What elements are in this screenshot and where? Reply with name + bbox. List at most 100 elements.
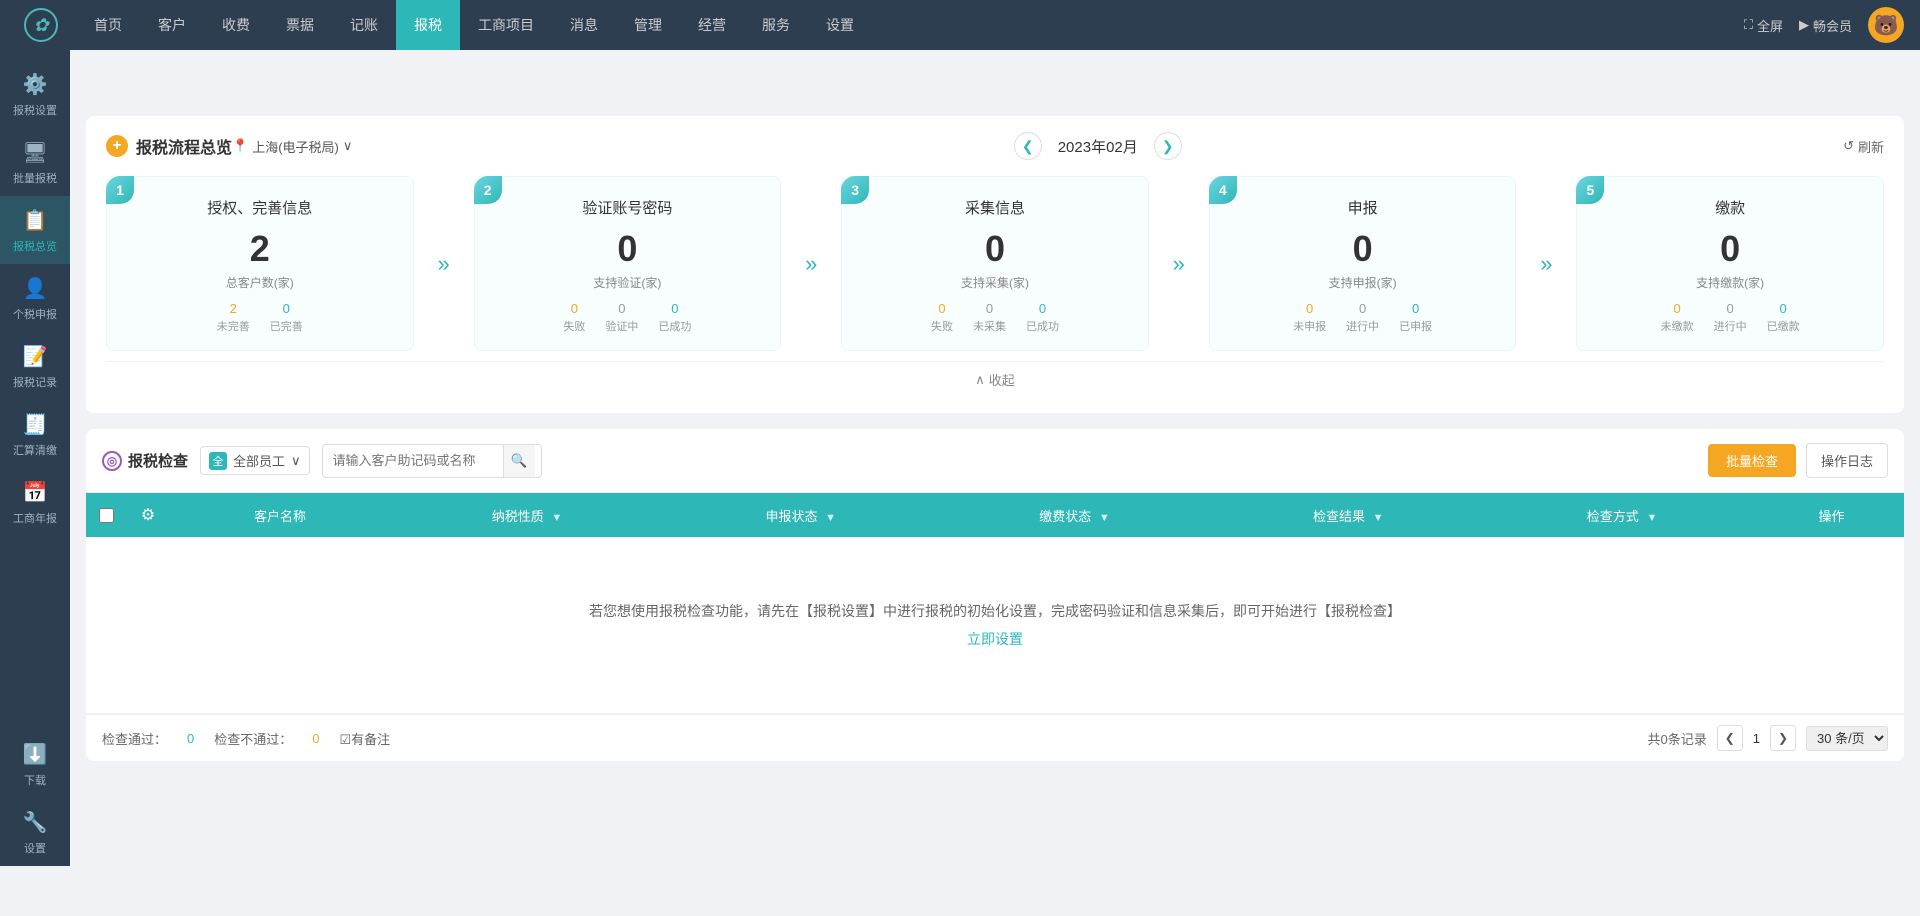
sidebar-item-tax-record[interactable]: 📝 报税记录 xyxy=(0,332,70,400)
sidebar-item-tax-settings[interactable]: ⚙️ 报税设置 xyxy=(0,60,70,128)
location-tag[interactable]: 📍 上海(电子税局) ∨ xyxy=(232,137,352,156)
search-box: 🔍 xyxy=(322,444,542,478)
step-4-stat-1-num: 0 xyxy=(1359,301,1366,316)
first-page-button[interactable]: ❮ xyxy=(1717,725,1743,751)
declare-status-header: 申报状态 xyxy=(766,509,818,524)
check-result-col: 检查结果 ▼ xyxy=(1211,493,1485,537)
download-icon: ⬇️ xyxy=(21,740,49,768)
sidebar-item-annual-report[interactable]: 📅 工商年报 xyxy=(0,468,70,536)
step-3-stat-1[interactable]: 0 未采集 xyxy=(973,301,1006,334)
next-page-button[interactable]: ❯ xyxy=(1770,725,1796,751)
step-1-stat-1-label: 已完善 xyxy=(270,318,303,334)
tax-check-header: ◎ 报税检查 全 全部员工 ∨ 🔍 批量检查 操作日志 xyxy=(86,429,1904,493)
page-size-select[interactable]: 30 条/页 xyxy=(1806,726,1888,751)
nav-tax[interactable]: 报税 xyxy=(396,0,460,50)
step-4-stat-0-label: 未申报 xyxy=(1293,318,1326,334)
customer-name-header: 客户名称 xyxy=(254,509,306,524)
nav-fee[interactable]: 收费 xyxy=(204,0,268,50)
nav-settings[interactable]: 设置 xyxy=(808,0,872,50)
fullscreen-button[interactable]: ⛶ 全屏 xyxy=(1744,16,1783,35)
step-5-stat-1[interactable]: 0 进行中 xyxy=(1714,301,1747,334)
nav-business[interactable]: 工商项目 xyxy=(460,0,552,50)
step-2-stat-2-num: 0 xyxy=(671,301,678,316)
play-icon: ▶ xyxy=(1799,17,1809,33)
nav-accounting[interactable]: 记账 xyxy=(332,0,396,50)
sidebar-item-overview[interactable]: 📋 报税总览 xyxy=(0,196,70,264)
step-3-count: 0 xyxy=(858,228,1132,270)
check-result-filter-icon[interactable]: ▼ xyxy=(1373,512,1384,524)
step-4-card: 4 申报 0 支持申报(家) 0 未申报 0 进行中 0 已申报 xyxy=(1209,176,1517,351)
top-nav: ✿ 首页 客户 收费 票据 记账 报税 工商项目 消息 管理 经营 服务 设置 … xyxy=(0,0,1920,50)
step-5-stat-2[interactable]: 0 已缴款 xyxy=(1767,301,1800,334)
step-4-stat-0-num: 0 xyxy=(1306,301,1313,316)
nav-operation[interactable]: 经营 xyxy=(680,0,744,50)
tax-record-icon: 📝 xyxy=(21,342,49,370)
settlement-icon: 🧾 xyxy=(21,410,49,438)
step-4-stat-1-label: 进行中 xyxy=(1346,318,1379,334)
step-2-stat-1[interactable]: 0 验证中 xyxy=(605,301,638,334)
step-4-stat-1[interactable]: 0 进行中 xyxy=(1346,301,1379,334)
overview-icon: 📋 xyxy=(21,206,49,234)
sidebar-item-download[interactable]: ⬇️ 下载 xyxy=(0,730,70,798)
step-3-stat-0[interactable]: 0 失败 xyxy=(931,301,953,334)
declare-status-col: 申报状态 ▼ xyxy=(664,493,938,537)
sidebar-item-batch-tax[interactable]: 🖥 批量报税 xyxy=(0,128,70,196)
pay-status-filter-icon[interactable]: ▼ xyxy=(1099,512,1110,524)
nav-manage[interactable]: 管理 xyxy=(616,0,680,50)
declare-status-filter-icon[interactable]: ▼ xyxy=(825,512,836,524)
step-4-stat-2[interactable]: 0 已申报 xyxy=(1399,301,1432,334)
step-2-num: 2 xyxy=(474,176,502,204)
search-input[interactable] xyxy=(323,448,503,473)
nav-customer[interactable]: 客户 xyxy=(140,0,204,50)
refresh-button[interactable]: ↺ 刷新 xyxy=(1843,137,1884,156)
check-method-filter-icon[interactable]: ▼ xyxy=(1646,512,1657,524)
nav-invoice[interactable]: 票据 xyxy=(268,0,332,50)
search-button[interactable]: 🔍 xyxy=(503,445,535,477)
select-all-checkbox[interactable] xyxy=(99,508,114,523)
nav-service[interactable]: 服务 xyxy=(744,0,808,50)
step-1-stat-0[interactable]: 2 未完善 xyxy=(217,301,250,334)
fullscreen-label: 全屏 xyxy=(1757,16,1783,35)
batch-tax-icon: 🖥 xyxy=(21,138,49,166)
tax-nature-filter-icon[interactable]: ▼ xyxy=(551,512,562,524)
fail-count[interactable]: 0 xyxy=(312,731,319,746)
table-footer: 检查通过： 0 检查不通过： 0 ☑有备注 共0条记录 ❮ 1 ❯ 30 条/页 xyxy=(86,714,1904,761)
step-5-stat-0[interactable]: 0 未缴款 xyxy=(1661,301,1694,334)
step-1-stat-1[interactable]: 0 已完善 xyxy=(270,301,303,334)
pass-count[interactable]: 0 xyxy=(187,731,194,746)
step-2-stat-1-label: 验证中 xyxy=(605,318,638,334)
gear-icon[interactable]: ⚙ xyxy=(141,507,155,524)
pass-label: 检查通过： xyxy=(102,729,167,748)
footer-right: 共0条记录 ❮ 1 ❯ 30 条/页 xyxy=(1648,725,1888,751)
prev-month-button[interactable]: ❮ xyxy=(1014,132,1042,160)
sidebar-label-annual-report: 工商年报 xyxy=(13,510,57,526)
member-button[interactable]: ▶ 畅会员 xyxy=(1799,16,1852,35)
step-1-count: 2 xyxy=(123,228,397,270)
step-2-stat-0[interactable]: 0 失败 xyxy=(563,301,585,334)
pay-status-col: 缴费状态 ▼ xyxy=(938,493,1212,537)
avatar[interactable]: 🐻 xyxy=(1868,7,1904,43)
month-label: 2023年02月 xyxy=(1058,136,1138,157)
employee-select[interactable]: 全 全部员工 ∨ xyxy=(200,446,310,475)
step-1-stat-1-num: 0 xyxy=(283,301,290,316)
next-month-button[interactable]: ❯ xyxy=(1154,132,1182,160)
sidebar-item-settlement[interactable]: 🧾 汇算清缴 xyxy=(0,400,70,468)
employee-label: 全部员工 xyxy=(233,451,285,470)
setup-link[interactable]: 立即设置 xyxy=(967,631,1023,647)
step-2-stat-2[interactable]: 0 已成功 xyxy=(658,301,691,334)
sidebar-item-settings[interactable]: 🔧 设置 xyxy=(0,798,70,866)
nav-message[interactable]: 消息 xyxy=(552,0,616,50)
overview-title: + 报税流程总览 xyxy=(106,134,232,158)
sidebar-label-batch-tax: 批量报税 xyxy=(13,170,57,186)
customer-name-col: 客户名称 xyxy=(170,493,390,537)
batch-check-button[interactable]: 批量检查 xyxy=(1708,444,1796,477)
nav-home[interactable]: 首页 xyxy=(76,0,140,50)
collapse-button[interactable]: ∧ 收起 xyxy=(106,361,1884,397)
step-3-stat-2[interactable]: 0 已成功 xyxy=(1026,301,1059,334)
step-4-title: 申报 xyxy=(1226,197,1500,218)
op-log-button[interactable]: 操作日志 xyxy=(1806,443,1888,478)
step-4-stat-0[interactable]: 0 未申报 xyxy=(1293,301,1326,334)
sidebar-item-personal-tax[interactable]: 👤 个税申报 xyxy=(0,264,70,332)
logo[interactable]: ✿ xyxy=(16,0,66,50)
tax-check-title-text: 报税检查 xyxy=(128,450,188,471)
